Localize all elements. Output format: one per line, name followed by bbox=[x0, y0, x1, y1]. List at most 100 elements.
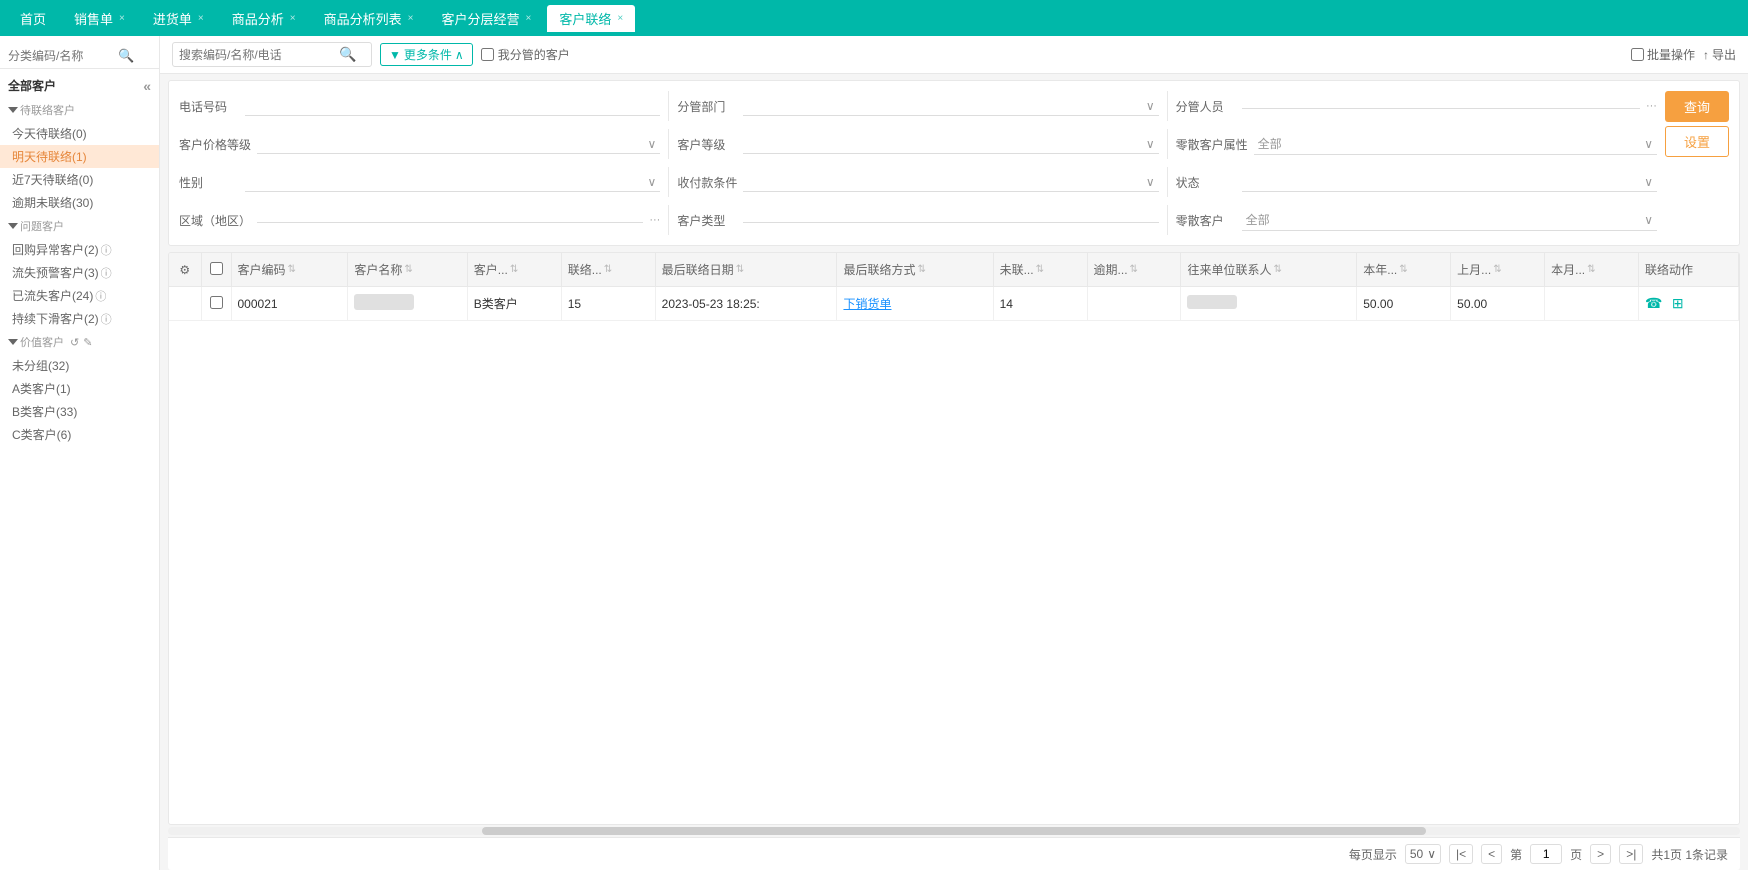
sort-date-icon[interactable]: ⇅ bbox=[736, 264, 744, 275]
export-btn[interactable]: ↑ 导出 bbox=[1703, 46, 1736, 63]
sort-code-icon[interactable]: ⇅ bbox=[288, 264, 296, 275]
sidebar-search-icon[interactable]: 🔍 bbox=[118, 48, 134, 64]
nav-product-analysis-list[interactable]: 商品分析列表 × bbox=[312, 5, 426, 32]
query-button[interactable]: 查询 bbox=[1665, 91, 1729, 122]
last-method-link[interactable]: 下销货单 bbox=[843, 297, 891, 311]
sidebar-item-overdue[interactable]: 逾期未联络(30) bbox=[0, 191, 159, 214]
sort-name-icon[interactable]: ⇅ bbox=[404, 264, 412, 275]
sidebar-item-class-a[interactable]: A类客户(1) bbox=[0, 377, 159, 400]
manager-more-icon[interactable]: ··· bbox=[1646, 100, 1657, 112]
retail-attr-select[interactable]: 全部∨ bbox=[1254, 133, 1657, 155]
retail-customer-select[interactable]: 全部∨ bbox=[1242, 209, 1657, 231]
horizontal-scrollbar[interactable] bbox=[168, 827, 1740, 835]
batch-operation-btn[interactable]: 批量操作 bbox=[1631, 46, 1695, 63]
value-edit-icon[interactable]: ✎ bbox=[83, 336, 92, 349]
table-header-row: ⚙ 客户编码 ⇅ 客户名称 ⇅ bbox=[169, 253, 1739, 287]
close-product-analysis-list-icon[interactable]: × bbox=[408, 13, 414, 24]
page-prev-btn[interactable]: < bbox=[1481, 844, 1502, 864]
filter-panel: 电话号码 分管部门 ∨ 分管人员 bbox=[168, 80, 1740, 246]
payment-select[interactable]: ∨ bbox=[743, 173, 1158, 192]
divider-8 bbox=[1167, 205, 1168, 235]
filter-row-1: 电话号码 分管部门 ∨ 分管人员 bbox=[179, 91, 1657, 121]
search-input-wrap: 🔍 bbox=[172, 42, 372, 67]
close-product-analysis-icon[interactable]: × bbox=[290, 13, 296, 24]
phone-input[interactable] bbox=[245, 97, 660, 116]
page-size-select[interactable]: 50 ∨ bbox=[1405, 844, 1441, 864]
filter-row-3: 性别 ∨ 收付款条件 ∨ bbox=[179, 167, 1657, 197]
info-churned-icon[interactable]: ⓘ bbox=[95, 288, 106, 304]
my-customers-checkbox[interactable] bbox=[481, 48, 494, 61]
nav-customer-contact[interactable]: 客户联络 × bbox=[547, 5, 635, 32]
search-button-icon[interactable]: 🔍 bbox=[339, 46, 356, 63]
sort-this-year-icon[interactable]: ⇅ bbox=[1399, 264, 1407, 275]
chevron-up-icon: ∧ bbox=[455, 48, 464, 62]
action-call-icon[interactable]: ☎ bbox=[1645, 295, 1662, 311]
action-grid-icon[interactable]: ⊞ bbox=[1672, 295, 1684, 311]
sidebar-item-class-c[interactable]: C类客户(6) bbox=[0, 423, 159, 446]
sort-uncontacted-icon[interactable]: ⇅ bbox=[1036, 264, 1044, 275]
nav-purchase[interactable]: 进货单 × bbox=[141, 5, 216, 32]
th-settings[interactable]: ⚙ bbox=[169, 253, 201, 287]
value-refresh-icon[interactable]: ↺ bbox=[70, 336, 79, 349]
customer-type-select[interactable] bbox=[743, 218, 1158, 223]
more-conditions-btn[interactable]: ▼ 更多条件 ∧ bbox=[380, 43, 473, 66]
info-churn-warning-icon[interactable]: ⓘ bbox=[101, 265, 112, 281]
filter-dept: 分管部门 ∨ bbox=[677, 97, 1158, 116]
sidebar-item-class-b[interactable]: B类客户(33) bbox=[0, 400, 159, 423]
content-area: 🔍 ▼ 更多条件 ∧ 我分管的客户 批量操作 ↑ 导出 bbox=[160, 36, 1748, 870]
customer-level-select[interactable]: ∨ bbox=[743, 135, 1158, 154]
collapse-all-customers-icon[interactable]: « bbox=[143, 78, 151, 94]
scrollbar-thumb[interactable] bbox=[482, 827, 1425, 835]
sort-last-month-icon[interactable]: ⇅ bbox=[1493, 264, 1501, 275]
td-actions: ☎ ⊞ bbox=[1639, 287, 1739, 321]
close-customer-layered-icon[interactable]: × bbox=[525, 13, 531, 24]
sidebar-item-declining[interactable]: 持续下滑客户(2) ⓘ bbox=[0, 307, 159, 330]
page-size-chevron-icon: ∨ bbox=[1427, 847, 1436, 861]
info-repurchase-icon[interactable]: ⓘ bbox=[101, 242, 112, 258]
status-select[interactable]: ∨ bbox=[1242, 173, 1657, 192]
th-this-month: 本月... ⇅ bbox=[1545, 253, 1639, 287]
sort-contact-count-icon[interactable]: ⇅ bbox=[604, 264, 612, 275]
nav-sales[interactable]: 销售单 × bbox=[62, 5, 137, 32]
sidebar-search-input[interactable] bbox=[8, 49, 118, 63]
sort-method-icon[interactable]: ⇅ bbox=[917, 264, 925, 275]
nav-product-analysis[interactable]: 商品分析 × bbox=[220, 5, 308, 32]
sidebar-item-today[interactable]: 今天待联络(0) bbox=[0, 122, 159, 145]
sort-cat-icon[interactable]: ⇅ bbox=[510, 264, 518, 275]
region-more-icon[interactable]: ··· bbox=[649, 214, 660, 226]
value-collapse-icon bbox=[8, 339, 18, 345]
close-sales-icon[interactable]: × bbox=[119, 13, 125, 24]
customer-table: ⚙ 客户编码 ⇅ 客户名称 ⇅ bbox=[169, 253, 1739, 321]
sidebar-item-tomorrow[interactable]: 明天待联络(1) bbox=[0, 145, 159, 168]
th-uncontacted: 未联... ⇅ bbox=[993, 253, 1087, 287]
page-last-btn[interactable]: >| bbox=[1619, 844, 1643, 864]
settings-button[interactable]: 设置 bbox=[1665, 126, 1729, 157]
select-all-checkbox[interactable] bbox=[210, 262, 223, 275]
price-level-select[interactable]: ∨ bbox=[257, 135, 660, 154]
nav-customer-layered[interactable]: 客户分层经营 × bbox=[429, 5, 543, 32]
batch-checkbox[interactable] bbox=[1631, 48, 1644, 61]
sort-person-icon[interactable]: ⇅ bbox=[1273, 264, 1281, 275]
page-first-btn[interactable]: |< bbox=[1449, 844, 1473, 864]
settings-gear-icon[interactable]: ⚙ bbox=[179, 263, 190, 277]
dept-select[interactable]: ∨ bbox=[743, 97, 1158, 116]
sidebar-item-7days[interactable]: 近7天待联络(0) bbox=[0, 168, 159, 191]
sidebar-value-section: 价值客户 ↺ ✎ bbox=[0, 330, 159, 354]
sidebar-item-churn-warning[interactable]: 流失预警客户(3) ⓘ bbox=[0, 261, 159, 284]
info-declining-icon[interactable]: ⓘ bbox=[101, 311, 112, 327]
close-customer-contact-icon[interactable]: × bbox=[617, 13, 623, 24]
sidebar-search-wrap: 🔍 bbox=[0, 44, 159, 69]
nav-home[interactable]: 首页 bbox=[8, 5, 58, 32]
close-purchase-icon[interactable]: × bbox=[198, 13, 204, 24]
sidebar-item-unclassified[interactable]: 未分组(32) bbox=[0, 354, 159, 377]
sidebar-item-repurchase-abnormal[interactable]: 回购异常客户(2) ⓘ bbox=[0, 238, 159, 261]
search-input[interactable] bbox=[179, 48, 339, 62]
filter-phone: 电话号码 bbox=[179, 97, 660, 116]
gender-select[interactable]: ∨ bbox=[245, 173, 660, 192]
page-number-input[interactable] bbox=[1530, 844, 1562, 864]
sort-overdue-icon[interactable]: ⇅ bbox=[1130, 264, 1138, 275]
sidebar-item-churned[interactable]: 已流失客户(24) ⓘ bbox=[0, 284, 159, 307]
page-next-btn[interactable]: > bbox=[1590, 844, 1611, 864]
row-checkbox[interactable] bbox=[210, 296, 223, 309]
sort-this-month-icon[interactable]: ⇅ bbox=[1587, 264, 1595, 275]
